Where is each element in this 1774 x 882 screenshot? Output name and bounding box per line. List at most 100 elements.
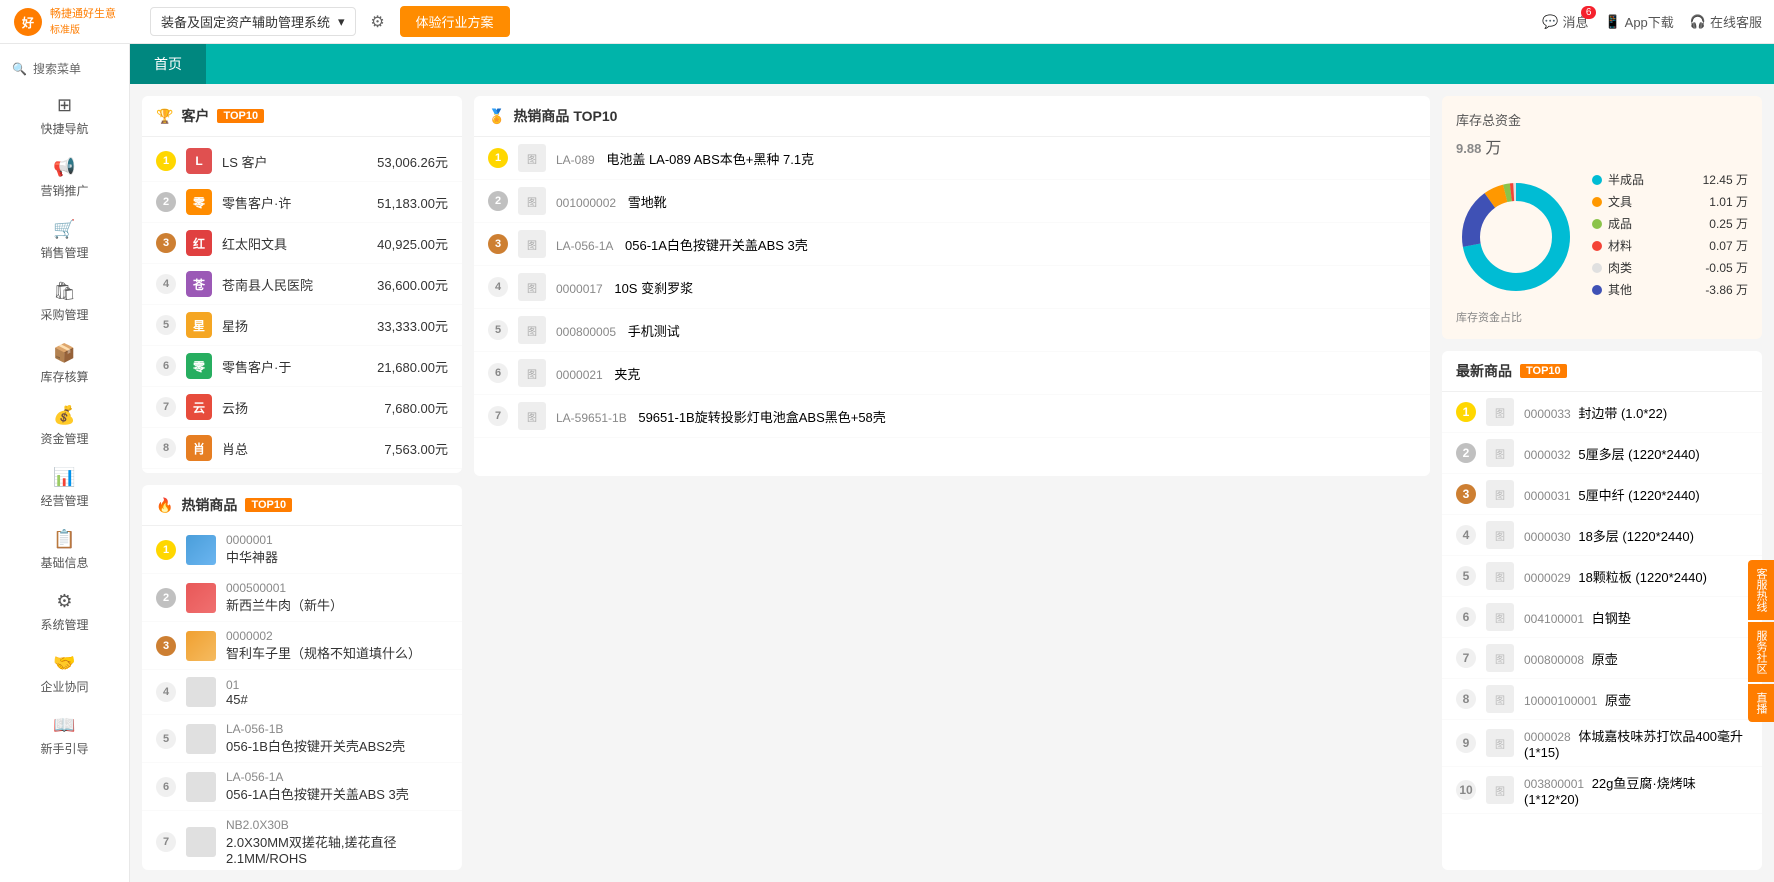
sidebar-search[interactable]: 🔍 搜索菜单 [0, 52, 129, 85]
sidebar-item-guide[interactable]: 📖 新手引导 [0, 705, 129, 767]
rank-num: 7 [156, 832, 176, 852]
online-service-button[interactable]: 🎧 在线客服 [1690, 12, 1762, 31]
app-download-button[interactable]: 📱 App下载 [1604, 12, 1673, 31]
top-bar: 好 畅捷通好生意 标准版 装备及固定资产辅助管理系统 ▾ ⚙ 体验行业方案 💬 … [0, 0, 1774, 44]
product-image: 图 [1486, 521, 1514, 549]
sidebar-item-operations[interactable]: 📊 经营管理 [0, 457, 129, 519]
product-code: 0000033 [1524, 407, 1571, 421]
rank-num: 8 [1456, 689, 1476, 709]
product-name: 夹克 [614, 367, 640, 382]
product-image: 图 [518, 144, 546, 172]
sidebar-item-system[interactable]: ⚙ 系统管理 [0, 581, 129, 643]
customer-rank-list: 1 L LS 客户 53,006.26元 2 零 零售客户·许 51,183.0… [142, 137, 462, 473]
logo-text: 畅捷通好生意 [50, 7, 116, 21]
main-content: 🏆 客户 TOP10 1 L LS 客户 53,006.26元 2 [130, 84, 1774, 882]
product-code: 0000028 [1524, 730, 1571, 744]
left-col: 🏆 客户 TOP10 1 L LS 客户 53,006.26元 2 [142, 96, 462, 870]
table-row: 6 图 0000021 夹克 [474, 352, 1430, 395]
legend-dot [1592, 285, 1602, 295]
system-icon: ⚙ [56, 591, 72, 612]
legend-label: 材料 [1608, 237, 1703, 254]
product-name: 手机测试 [628, 324, 680, 339]
product-name: 18颗粒板 (1220*2440) [1578, 570, 1707, 585]
messages-button[interactable]: 💬 消息 6 [1542, 12, 1588, 31]
product-info: LA-089 电池盖 LA-089 ABS本色+黑种 7.1克 [556, 149, 1416, 168]
product-info: LA-59651-1B 59651-1B旋转投影灯电池盒ABS黑色+58壳 [556, 407, 1416, 426]
product-image: 图 [518, 359, 546, 387]
logo-icon: 好 [12, 6, 44, 38]
product-sales-list: 1 图 LA-089 电池盖 LA-089 ABS本色+黑种 7.1克 2 图 [474, 137, 1430, 438]
online-service-label: 在线客服 [1710, 12, 1762, 31]
sidebar-item-purchase[interactable]: 🛍 采购管理 [0, 271, 129, 333]
customer-ranking-header: 🏆 客户 TOP10 [142, 96, 462, 137]
product-info: LA-056-1A 056-1A白色按键开关盖ABS 3壳 [226, 770, 448, 803]
product-code: 0000031 [1524, 489, 1571, 503]
customer-ranking-panel: 🏆 客户 TOP10 1 L LS 客户 53,006.26元 2 [142, 96, 462, 473]
inventory-panel: 库存总资金 9.88万 [1442, 96, 1762, 339]
sidebar-item-marketing[interactable]: 📢 营销推广 [0, 147, 129, 209]
inventory-icon: 📦 [53, 343, 75, 364]
product-thumbnail [186, 827, 216, 857]
rank-num: 2 [156, 588, 176, 608]
list-item: 3 0000002 智利车子里（规格不知道填什么） [142, 622, 462, 670]
product-info: 000800005 手机测试 [556, 321, 1416, 340]
sidebar-item-enterprise[interactable]: 🤝 企业协同 [0, 643, 129, 705]
avatar: 红 [186, 230, 212, 256]
inventory-value: 9.88 [1456, 141, 1481, 156]
rank-num: 6 [156, 777, 176, 797]
rank-num: 3 [1456, 484, 1476, 504]
product-code: LA-089 [556, 153, 595, 167]
inventory-chart-label: 库存资金占比 [1456, 309, 1748, 325]
tab-home[interactable]: 首页 [130, 44, 206, 84]
sidebar-item-inventory[interactable]: 📦 库存核算 [0, 333, 129, 395]
newest-products-panel: 最新商品 TOP10 1 图 0000033 封边带 (1.0*22) [1442, 351, 1762, 870]
table-row: 8 肖 肖总 7,563.00元 [142, 428, 462, 469]
sidebar-item-finance[interactable]: 💰 资金管理 [0, 395, 129, 457]
customer-amount: 51,183.00元 [377, 193, 448, 212]
product-code: 0000021 [556, 368, 603, 382]
customer-top-tag: TOP10 [217, 109, 264, 123]
avatar: 云 [186, 394, 212, 420]
hot-products-header: 🔥 热销商品 TOP10 [142, 485, 462, 526]
customer-service-button[interactable]: 客服热线 [1748, 560, 1774, 620]
customer-amount: 33,333.00元 [377, 316, 448, 335]
float-buttons: 客服热线 服务社区 直播 [1748, 560, 1774, 722]
system-name: 装备及固定资产辅助管理系统 [161, 12, 330, 31]
list-item: 9 图 0000028 体城嘉枝味苏打饮品400毫升 (1*15) [1442, 720, 1762, 767]
product-code: 0000002 [226, 629, 448, 643]
avatar: 肖 [186, 435, 212, 461]
product-info: 0000021 夹克 [556, 364, 1416, 383]
product-image: 图 [518, 316, 546, 344]
rank-num-8: 8 [156, 438, 176, 458]
product-sales-title: 热销商品 TOP10 [513, 106, 617, 126]
product-name: 封边带 (1.0*22) [1578, 406, 1667, 421]
product-info: 0000032 5厘多层 (1220*2440) [1524, 444, 1700, 463]
product-image: 图 [518, 187, 546, 215]
fire-icon: 🔥 [156, 497, 173, 514]
list-item: 5 LA-056-1B 056-1B白色按键开关壳ABS2壳 [142, 715, 462, 763]
system-selector[interactable]: 装备及固定资产辅助管理系统 ▾ [150, 7, 356, 36]
messages-badge: 6 [1581, 6, 1597, 19]
service-community-button[interactable]: 服务社区 [1748, 622, 1774, 682]
rank-num-5: 5 [156, 315, 176, 335]
table-row: 1 图 LA-089 电池盖 LA-089 ABS本色+黑种 7.1克 [474, 137, 1430, 180]
live-broadcast-button[interactable]: 直播 [1748, 684, 1774, 722]
sidebar-item-sales[interactable]: 🛒 销售管理 [0, 209, 129, 271]
avatar: 苍 [186, 271, 212, 297]
product-code: 000500001 [226, 581, 448, 595]
table-row: 5 图 000800005 手机测试 [474, 309, 1430, 352]
rank-num: 2 [488, 191, 508, 211]
list-item: 10 图 003800001 22g鱼豆腐·烧烤味 (1*12*20) [1442, 767, 1762, 814]
gear-button[interactable]: ⚙ [364, 8, 392, 36]
trophy-icon: 🏆 [156, 108, 173, 125]
chart-area: 半成品 12.45 万 文具 1.01 万 成品 0 [1456, 171, 1748, 303]
product-name: 新西兰牛肉（新牛） [226, 595, 448, 614]
logo-sub: 标准版 [50, 21, 116, 36]
list-item: 2 000500001 新西兰牛肉（新牛） [142, 574, 462, 622]
sidebar-item-shortcut[interactable]: ⊞ 快捷导航 [0, 85, 129, 147]
product-thumbnail [186, 535, 216, 565]
rank-num-4: 4 [156, 274, 176, 294]
trial-button[interactable]: 体验行业方案 [400, 6, 510, 37]
search-label: 搜索菜单 [33, 60, 81, 77]
sidebar-item-basic[interactable]: 📋 基础信息 [0, 519, 129, 581]
